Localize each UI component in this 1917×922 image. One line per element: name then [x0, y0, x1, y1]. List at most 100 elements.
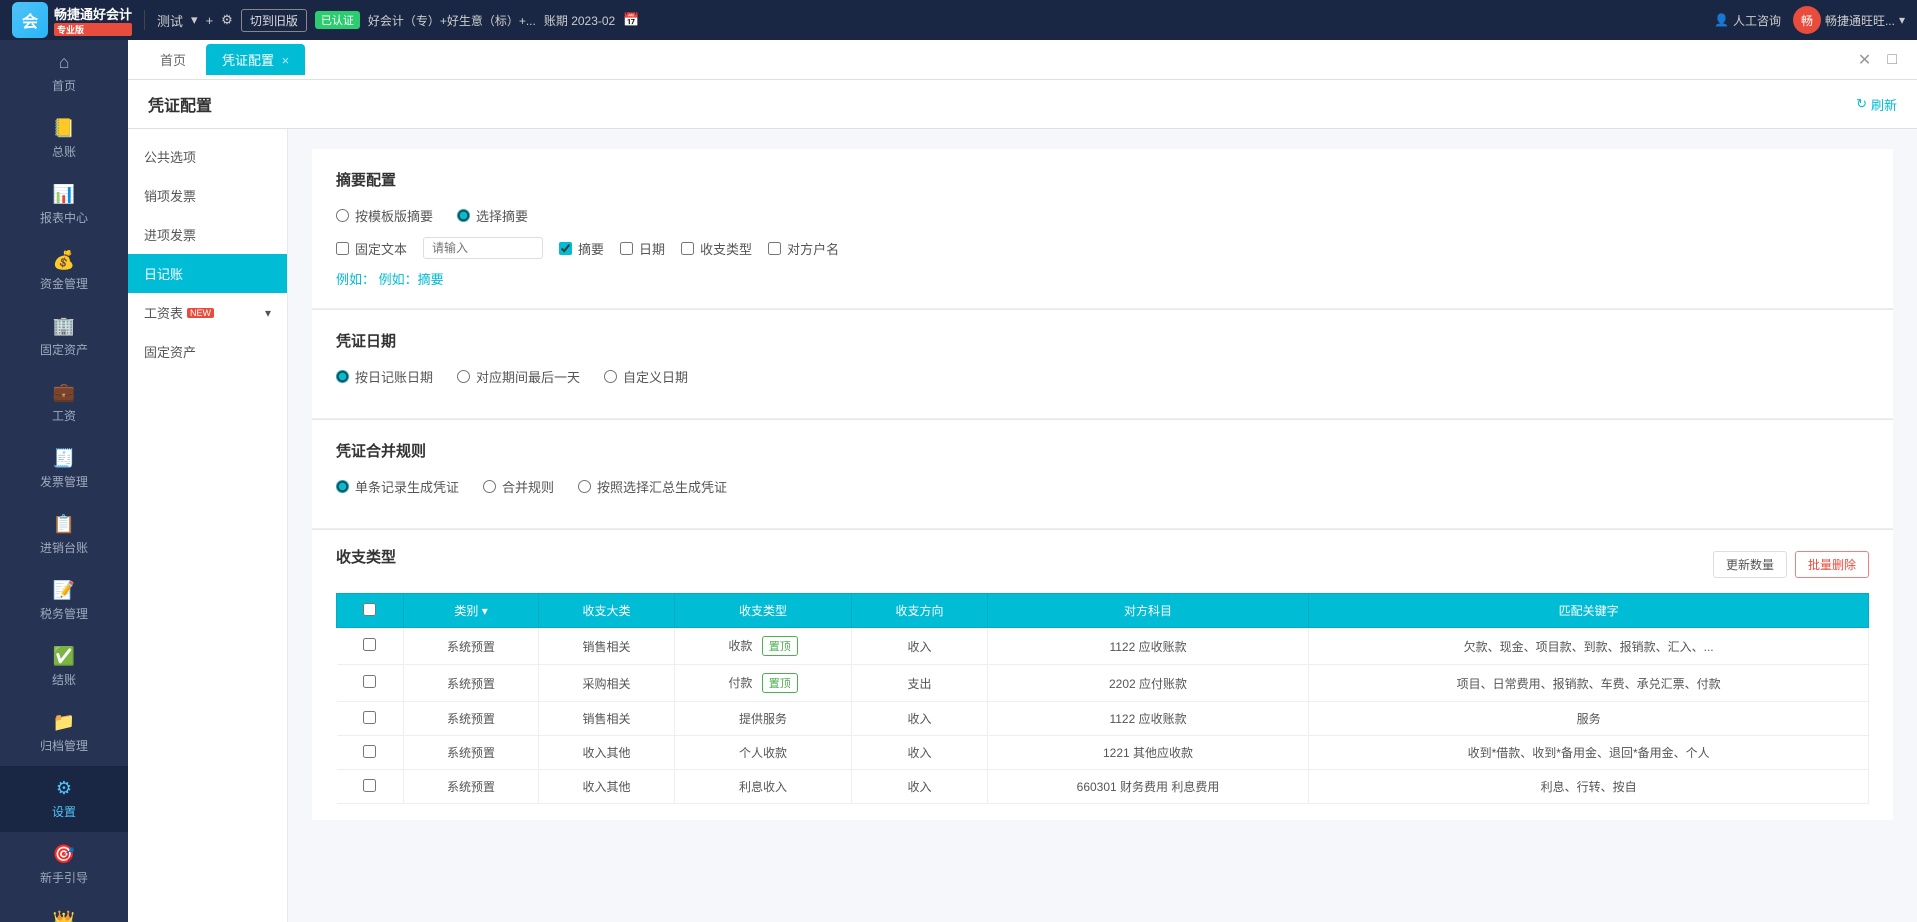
merge-radio-summary-label: 按照选择汇总生成凭证 [597, 477, 727, 496]
date-radio-daily-input[interactable] [336, 370, 349, 383]
row-0-checkbox-cell[interactable] [337, 628, 404, 665]
user-menu[interactable]: 畅 畅捷通旺旺... ▾ [1793, 6, 1905, 34]
left-nav-sales-invoice[interactable]: 销项发票 [128, 176, 287, 215]
sidebar-item-asset[interactable]: 🏢 固定资产 [0, 304, 128, 370]
table-header-row: 收支类型 更新数量 批量删除 [336, 546, 1869, 583]
sidebar-item-invoice[interactable]: 🧾 发票管理 [0, 436, 128, 502]
member-icon: 👑 [53, 910, 75, 922]
tab-maximize-button[interactable]: □ [1883, 49, 1901, 71]
date-checkbox[interactable] [620, 242, 633, 255]
sidebar-item-purchase[interactable]: 📋 进销台账 [0, 502, 128, 568]
fixed-text-input[interactable] [423, 237, 543, 259]
left-nav-daily-ledger[interactable]: 日记账 [128, 254, 287, 293]
summary-radio-select[interactable]: 选择摘要 [457, 206, 528, 225]
merge-radio-summary-input[interactable] [578, 480, 591, 493]
update-quantity-button[interactable]: 更新数量 [1713, 551, 1787, 578]
row-4-major-type: 收入其他 [539, 770, 675, 804]
company-name[interactable]: 测试 [157, 11, 183, 30]
table-row: 系统预置 销售相关 收款 置顶 收入 1122 应收账款 欠款、现金、项目款、到… [337, 628, 1869, 665]
summary-checkbox-row: 固定文本 摘要 日期 收支类型 [336, 237, 1869, 259]
sidebar-item-tax[interactable]: 📝 税务管理 [0, 568, 128, 634]
row-4-checkbox-cell[interactable] [337, 770, 404, 804]
row-4-checkbox[interactable] [363, 779, 376, 792]
merge-radio-summary[interactable]: 按照选择汇总生成凭证 [578, 477, 727, 496]
row-1-checkbox[interactable] [363, 675, 376, 688]
fixed-text-checkbox[interactable] [336, 242, 349, 255]
voucher-date-section: 凭证日期 按日记账日期 对应期间最后一天 自定义日期 [312, 310, 1893, 419]
date-radio-period-last-input[interactable] [457, 370, 470, 383]
date-radio-daily[interactable]: 按日记账日期 [336, 367, 433, 386]
user-dropdown-icon: ▾ [1899, 13, 1905, 27]
sidebar-item-fund[interactable]: 💰 资金管理 [0, 238, 128, 304]
merge-radio-merge[interactable]: 合并规则 [483, 477, 554, 496]
summary-radio-template-input[interactable] [336, 209, 349, 222]
date-radio-custom[interactable]: 自定义日期 [604, 367, 688, 386]
tab-home[interactable]: 首页 [144, 44, 202, 75]
table-row: 系统预置 收入其他 个人收款 收入 1221 其他应收款 收到*借款、收到*备用… [337, 736, 1869, 770]
switch-old-button[interactable]: 切到旧版 [241, 9, 307, 32]
counterparty-checkbox-label[interactable]: 对方户名 [768, 239, 839, 258]
merge-rules-section: 凭证合并规则 单条记录生成凭证 合并规则 按照选择汇总生成凭证 [312, 420, 1893, 529]
left-nav-purchase-invoice[interactable]: 进项发票 [128, 215, 287, 254]
add-icon[interactable]: + [206, 13, 214, 28]
row-3-checkbox-cell[interactable] [337, 736, 404, 770]
summary-checkbox[interactable] [559, 242, 572, 255]
summary-radio-select-input[interactable] [457, 209, 470, 222]
row-1-status-btn[interactable]: 置顶 [762, 673, 798, 693]
tab-close-button[interactable]: ✕ [1854, 48, 1875, 72]
fixed-text-checkbox-label[interactable]: 固定文本 [336, 239, 407, 258]
sidebar-item-settle[interactable]: ✅ 结账 [0, 634, 128, 700]
payment-type-checkbox-label[interactable]: 收支类型 [681, 239, 752, 258]
row-1-checkbox-cell[interactable] [337, 665, 404, 702]
right-content: 摘要配置 按模板版摘要 选择摘要 [288, 129, 1917, 922]
left-nav-public[interactable]: 公共选项 [128, 137, 287, 176]
guide-icon: 🎯 [53, 844, 75, 865]
left-nav-fixed-asset[interactable]: 固定资产 [128, 332, 287, 371]
row-2-checkbox[interactable] [363, 711, 376, 724]
col-checkbox-header[interactable] [337, 594, 404, 628]
sidebar-item-member[interactable]: 👑 畅会员 [0, 898, 128, 922]
summary-radio-template[interactable]: 按模板版摘要 [336, 206, 433, 225]
purchase-icon: 📋 [53, 514, 75, 535]
sidebar-item-report[interactable]: 📊 报表中心 [0, 172, 128, 238]
left-nav-payroll-table[interactable]: 工资表 NEW ▾ [128, 293, 287, 332]
summary-radio-group: 按模板版摘要 选择摘要 [336, 206, 1869, 225]
sidebar-item-home[interactable]: ⌂ 首页 [0, 40, 128, 106]
table-action-btns: 更新数量 批量删除 [1713, 551, 1869, 578]
row-3-direction: 收入 [852, 736, 988, 770]
date-radio-period-last[interactable]: 对应期间最后一天 [457, 367, 580, 386]
row-2-checkbox-cell[interactable] [337, 702, 404, 736]
expand-icon[interactable]: ▾ [265, 306, 271, 320]
consult-button[interactable]: 👤 人工咨询 [1714, 12, 1781, 29]
merge-radio-single-input[interactable] [336, 480, 349, 493]
sidebar-item-guide[interactable]: 🎯 新手引导 [0, 832, 128, 898]
date-radio-custom-input[interactable] [604, 370, 617, 383]
settings-icon[interactable]: ⚙ [221, 12, 233, 28]
summary-radio-template-label: 按模板版摘要 [355, 206, 433, 225]
summary-checkbox-label[interactable]: 摘要 [559, 239, 604, 258]
row-0-checkbox[interactable] [363, 638, 376, 651]
dropdown-icon[interactable]: ▾ [191, 12, 198, 28]
consult-icon: 👤 [1714, 13, 1729, 27]
row-0-status-btn[interactable]: 置顶 [762, 636, 798, 656]
row-2-keywords: 服务 [1309, 702, 1869, 736]
select-all-checkbox[interactable] [363, 603, 376, 616]
row-3-checkbox[interactable] [363, 745, 376, 758]
calendar-icon[interactable]: 📅 [623, 12, 639, 28]
tab-voucher-close[interactable]: × [282, 53, 290, 68]
tab-voucher[interactable]: 凭证配置 × [206, 44, 305, 75]
sidebar-label-settle: 结账 [52, 671, 76, 688]
row-2-major-type: 销售相关 [539, 702, 675, 736]
date-checkbox-label[interactable]: 日期 [620, 239, 665, 258]
payment-type-checkbox[interactable] [681, 242, 694, 255]
merge-radio-single[interactable]: 单条记录生成凭证 [336, 477, 459, 496]
merge-radio-merge-input[interactable] [483, 480, 496, 493]
counterparty-checkbox[interactable] [768, 242, 781, 255]
batch-delete-button[interactable]: 批量删除 [1795, 551, 1869, 578]
row-2-expense-type: 提供服务 [674, 702, 851, 736]
sidebar-item-settings[interactable]: ⚙ 设置 [0, 766, 128, 832]
refresh-button[interactable]: ↻ 刷新 [1856, 95, 1897, 114]
sidebar-item-ledger[interactable]: 📒 总账 [0, 106, 128, 172]
sidebar-item-archive[interactable]: 📁 归档管理 [0, 700, 128, 766]
sidebar-item-salary[interactable]: 💼 工资 [0, 370, 128, 436]
